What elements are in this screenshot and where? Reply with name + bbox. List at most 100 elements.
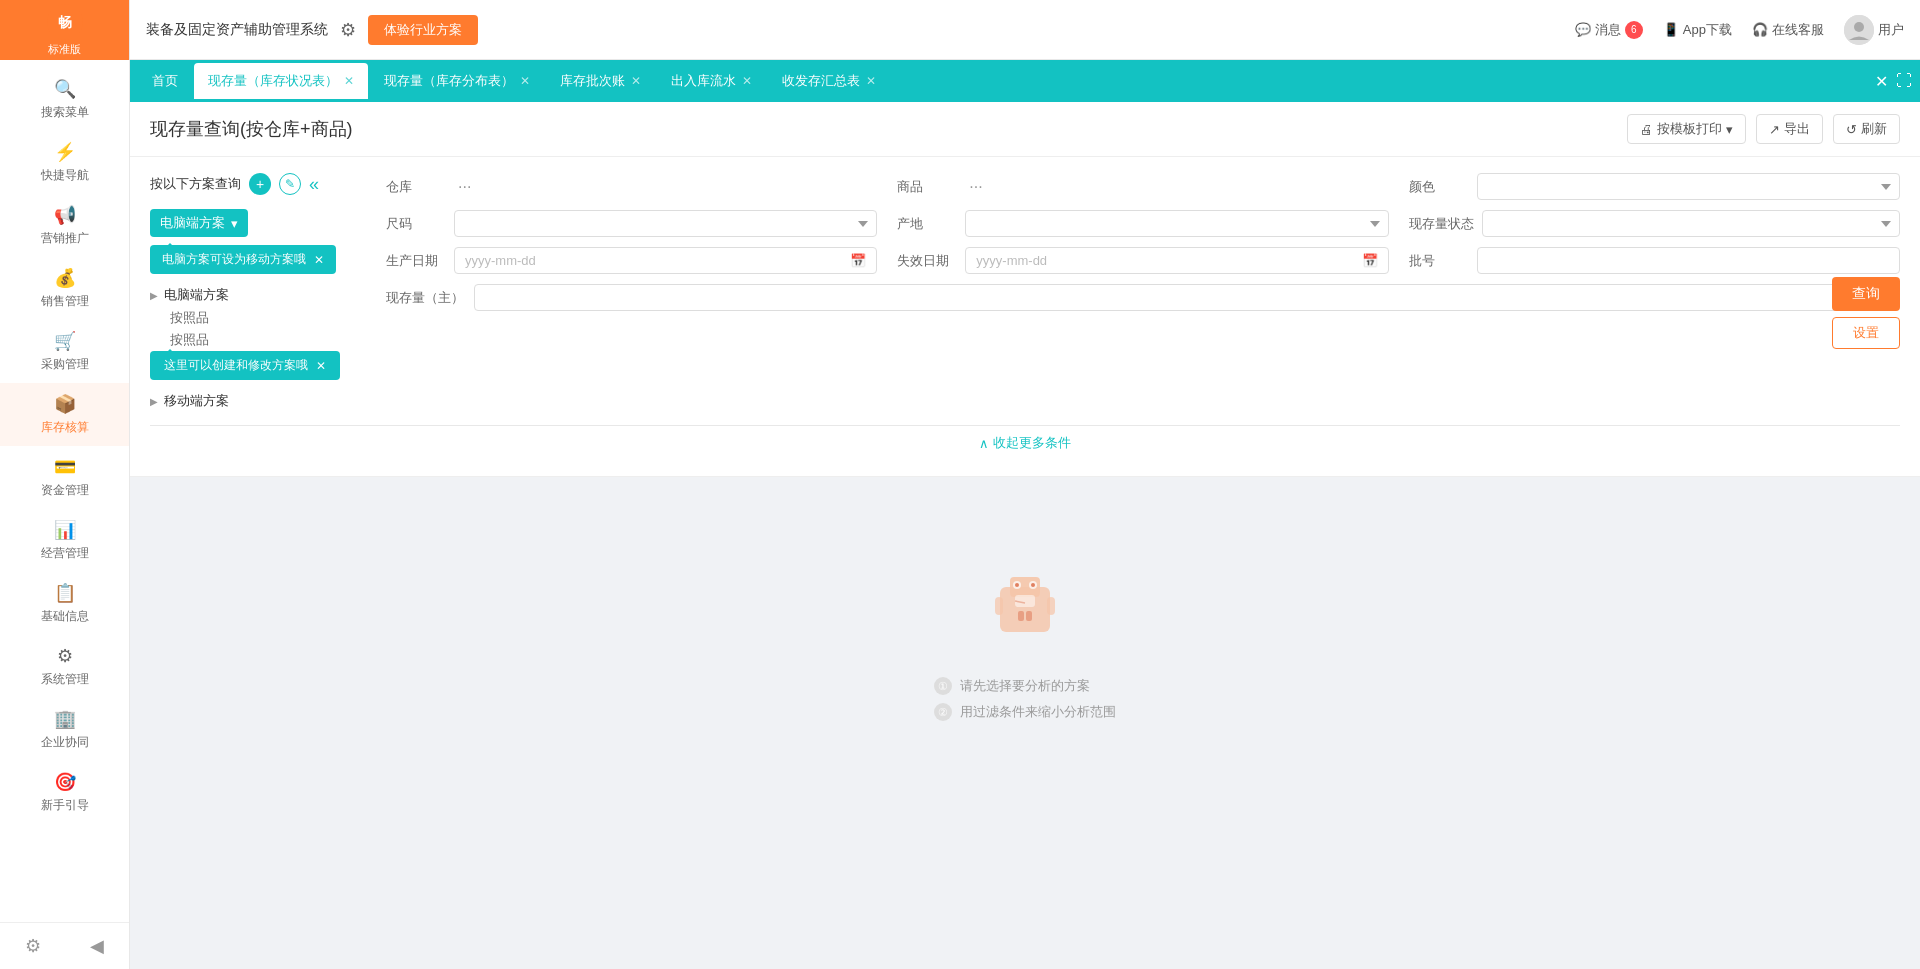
stock-main-from[interactable] bbox=[474, 284, 1877, 311]
page-title: 现存量查询(按仓库+商品) bbox=[150, 117, 353, 141]
warehouse-dots[interactable]: ··· bbox=[458, 178, 471, 196]
tab-close-inventory-status[interactable]: ✕ bbox=[344, 74, 354, 88]
tab-label-collect-summary: 收发存汇总表 bbox=[782, 72, 860, 90]
expiry-date-placeholder: yyyy-mm-dd bbox=[976, 253, 1047, 268]
scheme-subitem-2[interactable]: 按照品 bbox=[170, 329, 370, 351]
tab-close-collect-summary[interactable]: ✕ bbox=[866, 74, 876, 88]
settings-icon[interactable]: ⚙ bbox=[340, 19, 356, 41]
sidebar-label-system: 系统管理 bbox=[41, 671, 89, 688]
search-icon: 🔍 bbox=[54, 78, 76, 100]
production-calendar-icon: 📅 bbox=[850, 253, 866, 268]
tab-inventory-dist[interactable]: 现存量（库存分布表） ✕ bbox=[370, 63, 544, 99]
tab-close-in-out-flow[interactable]: ✕ bbox=[742, 74, 752, 88]
svg-rect-14 bbox=[1047, 597, 1055, 615]
empty-state: ① 请先选择要分析的方案 ② 用过滤条件来缩小分析范围 bbox=[130, 477, 1920, 805]
tip2-num: ② bbox=[934, 703, 952, 721]
production-date-input[interactable]: yyyy-mm-dd 📅 bbox=[454, 247, 877, 274]
goods-field: 商品 ··· bbox=[897, 178, 1388, 196]
sidebar-item-operations[interactable]: 📊 经营管理 bbox=[0, 509, 129, 572]
stock-status-select[interactable] bbox=[1482, 210, 1900, 237]
scheme-subitem-1[interactable]: 按照品 bbox=[170, 307, 370, 329]
print-btn[interactable]: 🖨 按模板打印 ▾ bbox=[1627, 114, 1746, 144]
message-item[interactable]: 💬 消息 6 bbox=[1575, 21, 1643, 39]
tab-collect-summary[interactable]: 收发存汇总表 ✕ bbox=[768, 63, 890, 99]
origin-field: 产地 bbox=[897, 210, 1388, 237]
sidebar-item-finance[interactable]: 💳 资金管理 bbox=[0, 446, 129, 509]
tab-inventory-status[interactable]: 现存量（库存状况表） ✕ bbox=[194, 63, 368, 99]
sidebar-item-quicknav[interactable]: ⚡ 快捷导航 bbox=[0, 131, 129, 194]
batch-no-label: 批号 bbox=[1409, 252, 1469, 270]
filter-add-btn[interactable]: + bbox=[249, 173, 271, 195]
scheme-desktop-item[interactable]: ▶ 电脑端方案 bbox=[150, 283, 370, 307]
app-download-item[interactable]: 📱 App下载 bbox=[1663, 21, 1732, 39]
expiry-calendar-icon: 📅 bbox=[1362, 253, 1378, 268]
scheme-tooltip-close[interactable]: ✕ bbox=[314, 253, 324, 267]
top-header: 装备及固定资产辅助管理系统 ⚙ 体验行业方案 💬 消息 6 📱 App下载 🎧 … bbox=[130, 0, 1920, 60]
sidebar-bottom: ⚙ ◀ bbox=[0, 922, 129, 969]
sidebar-label-search: 搜索菜单 bbox=[41, 104, 89, 121]
tab-batch-ledger[interactable]: 库存批次账 ✕ bbox=[546, 63, 655, 99]
sidebar-item-system[interactable]: ⚙ 系统管理 bbox=[0, 635, 129, 698]
reset-btn[interactable]: 设置 bbox=[1832, 317, 1900, 349]
user-item[interactable]: 用户 bbox=[1844, 15, 1904, 45]
scheme-tree: ▶ 电脑端方案 按照品 按照品 这里可以创建和修改方案哦 ✕ bbox=[150, 283, 370, 413]
create-tooltip-close[interactable]: ✕ bbox=[316, 359, 326, 373]
size-select[interactable] bbox=[454, 210, 877, 237]
scheme-dropdown-btn[interactable]: 电脑端方案 ▾ bbox=[150, 209, 248, 237]
avatar bbox=[1844, 15, 1874, 45]
sidebar-label-basicinfo: 基础信息 bbox=[41, 608, 89, 625]
expiry-date-label: 失效日期 bbox=[897, 252, 957, 270]
collapse-chevron-icon: ∧ bbox=[979, 436, 989, 451]
sidebar-item-marketing[interactable]: 📢 营销推广 bbox=[0, 194, 129, 257]
message-badge: 6 bbox=[1625, 21, 1643, 39]
sidebar-label-operations: 经营管理 bbox=[41, 545, 89, 562]
export-btn[interactable]: ↗ 导出 bbox=[1756, 114, 1823, 144]
scheme-tooltip: 电脑方案可设为移动方案哦 ✕ bbox=[150, 245, 336, 274]
online-service-item[interactable]: 🎧 在线客服 bbox=[1752, 21, 1824, 39]
sidebar-item-enterprise[interactable]: 🏢 企业协同 bbox=[0, 698, 129, 761]
batch-no-field: 批号 bbox=[1409, 247, 1900, 274]
chevron-down-icon: ▾ bbox=[1726, 122, 1733, 137]
tab-maximize-icon[interactable]: ⛶ bbox=[1896, 72, 1912, 90]
origin-select[interactable] bbox=[965, 210, 1388, 237]
app-download-label: App下载 bbox=[1683, 21, 1732, 39]
online-service-label: 在线客服 bbox=[1772, 21, 1824, 39]
sidebar-item-sales[interactable]: 💰 销售管理 bbox=[0, 257, 129, 320]
purchase-icon: 🛒 bbox=[54, 330, 76, 352]
tab-in-out-flow[interactable]: 出入库流水 ✕ bbox=[657, 63, 766, 99]
color-select[interactable] bbox=[1477, 173, 1900, 200]
sidebar-item-search[interactable]: 🔍 搜索菜单 bbox=[0, 68, 129, 131]
industry-btn[interactable]: 体验行业方案 bbox=[368, 15, 478, 45]
scheme-mobile-item[interactable]: ▶ 移动端方案 bbox=[150, 389, 370, 413]
sidebar-item-newguide[interactable]: 🎯 新手引导 bbox=[0, 761, 129, 824]
sidebar-label-inventory: 库存核算 bbox=[41, 419, 89, 436]
tab-close-all-icon[interactable]: ✕ bbox=[1875, 72, 1888, 91]
refresh-btn[interactable]: ↺ 刷新 bbox=[1833, 114, 1900, 144]
phone-icon: 📱 bbox=[1663, 22, 1679, 37]
filter-area: 按以下方案查询 + ✎ « 电脑端方案 ▾ 电脑方案可设为移动方案哦 bbox=[130, 157, 1920, 477]
svg-rect-12 bbox=[1026, 611, 1032, 621]
tab-close-inventory-dist[interactable]: ✕ bbox=[520, 74, 530, 88]
sidebar-item-basicinfo[interactable]: 📋 基础信息 bbox=[0, 572, 129, 635]
sidebar-item-purchase[interactable]: 🛒 采购管理 bbox=[0, 320, 129, 383]
empty-tip-1: ① 请先选择要分析的方案 bbox=[934, 673, 1116, 699]
expiry-date-input[interactable]: yyyy-mm-dd 📅 bbox=[965, 247, 1388, 274]
tab-label-inventory-dist: 现存量（库存分布表） bbox=[384, 72, 514, 90]
collapse-sidebar-icon[interactable]: ◀ bbox=[90, 935, 104, 957]
empty-tip-2: ② 用过滤条件来缩小分析范围 bbox=[934, 699, 1116, 725]
filter-edit-btn[interactable]: ✎ bbox=[279, 173, 301, 195]
quicknav-icon: ⚡ bbox=[54, 141, 76, 163]
filter-back-btn[interactable]: « bbox=[309, 174, 319, 195]
tab-bar: 首页 现存量（库存状况表） ✕ 现存量（库存分布表） ✕ 库存批次账 ✕ 出入库… bbox=[130, 60, 1920, 102]
collapse-btn[interactable]: ∧ 收起更多条件 bbox=[150, 426, 1900, 460]
tab-close-batch-ledger[interactable]: ✕ bbox=[631, 74, 641, 88]
batch-no-input[interactable] bbox=[1477, 247, 1900, 274]
stock-status-field: 现存量状态 bbox=[1409, 210, 1900, 237]
search-btn[interactable]: 查询 bbox=[1832, 277, 1900, 311]
stock-main-label: 现存量（主） bbox=[386, 289, 464, 307]
sidebar-item-inventory[interactable]: 📦 库存核算 bbox=[0, 383, 129, 446]
sidebar-logo: 畅 标准版 bbox=[0, 0, 129, 60]
goods-dots[interactable]: ··· bbox=[969, 178, 982, 196]
settings-bottom-icon[interactable]: ⚙ bbox=[25, 935, 41, 957]
tab-home[interactable]: 首页 bbox=[138, 63, 192, 99]
